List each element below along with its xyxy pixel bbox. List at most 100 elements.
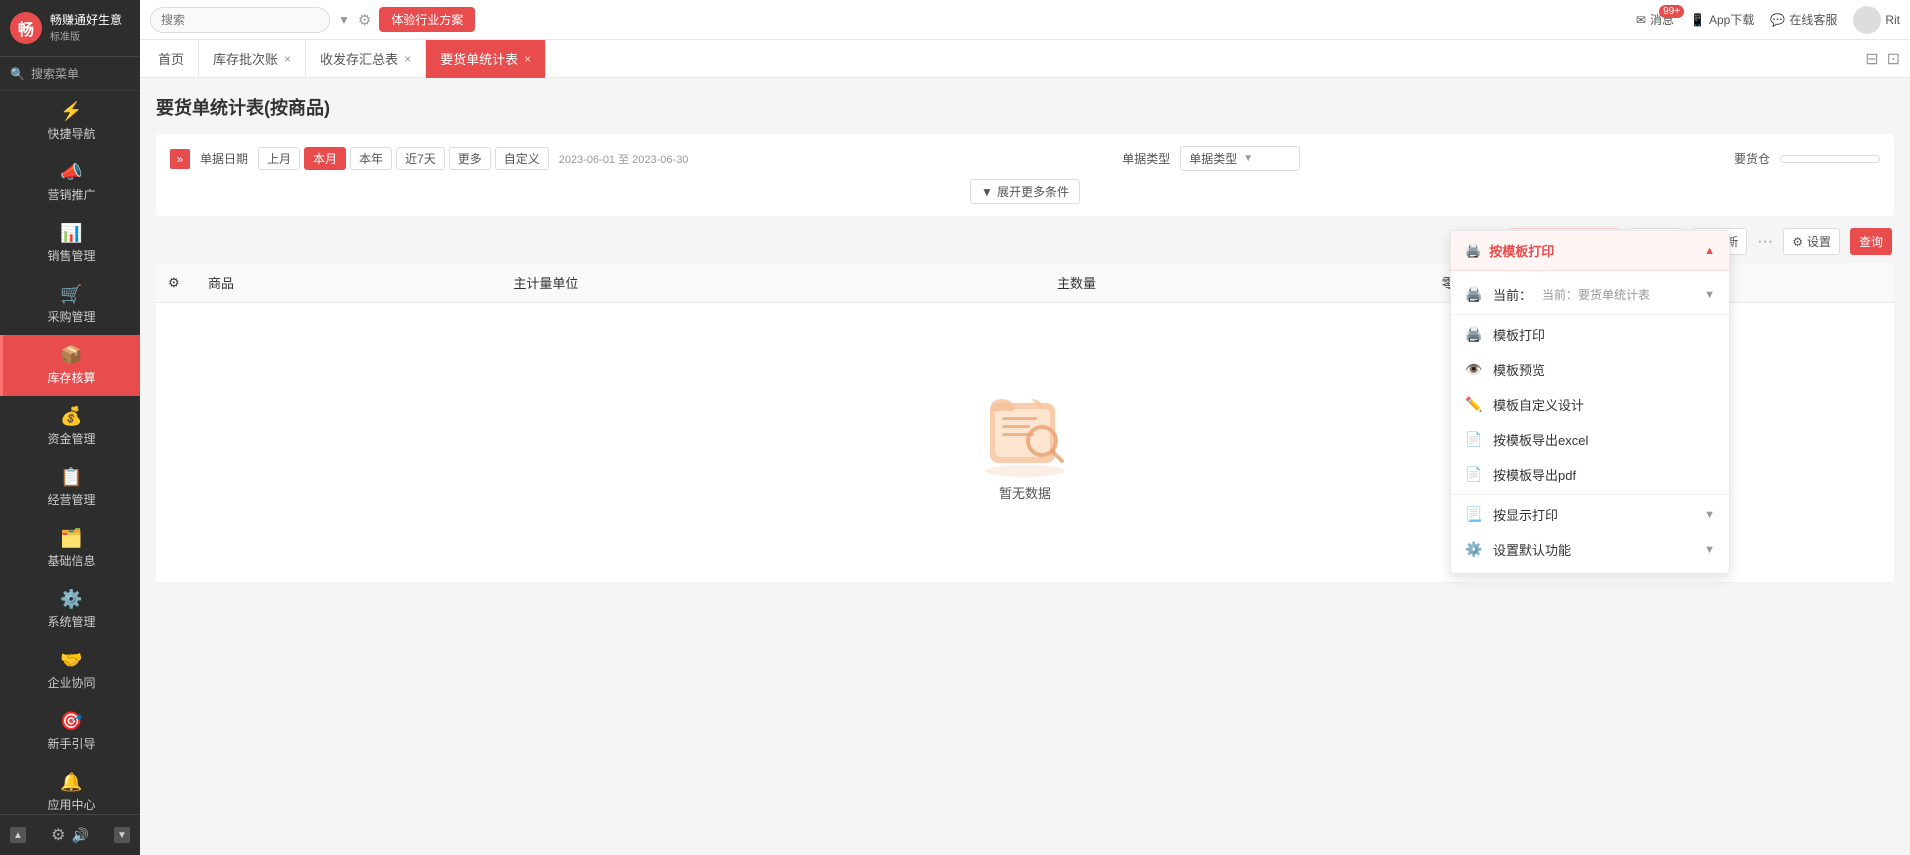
sidebar-item-inventory[interactable]: 📦 库存核算	[0, 335, 140, 396]
sidebar-search[interactable]: 🔍 搜索菜单	[0, 57, 140, 91]
doc-type-label: 单据类型	[1122, 150, 1170, 167]
operations-icon: 📋	[60, 467, 82, 488]
tab-inventory-batch[interactable]: 库存批次账 ×	[199, 40, 306, 78]
col-quantity: 主数量	[1045, 263, 1430, 303]
settings-icon[interactable]: ⚙	[51, 825, 65, 845]
sidebar-item-newbie[interactable]: 🎯 新手引导	[0, 701, 140, 762]
filter-expand-btn[interactable]: »	[170, 149, 190, 169]
app-version: 标准版	[50, 28, 122, 43]
newbie-icon: 🎯	[60, 711, 82, 732]
settings-btn[interactable]: ⚙ 设置	[1783, 228, 1840, 255]
filter-current-month[interactable]: 本月	[304, 147, 346, 170]
sidebar-item-purchase[interactable]: 🛒 采购管理	[0, 274, 140, 335]
goods-select[interactable]	[1780, 155, 1880, 163]
filter-row-2: ▼ 展开更多条件	[170, 179, 1880, 204]
template-export-pdf-item[interactable]: 📄 按模板导出pdf	[1451, 457, 1729, 492]
filter-prev-month[interactable]: 上月	[258, 147, 300, 170]
sidebar-footer: ▲ ⚙ 🔊 ▼	[0, 814, 140, 855]
sidebar-item-app-center[interactable]: 🔔 应用中心	[0, 762, 140, 814]
sidebar-item-sales[interactable]: 📊 销售管理	[0, 213, 140, 274]
sidebar-item-label: 应用中心	[47, 796, 95, 813]
set-default-item[interactable]: ⚙️ 设置默认功能 ▼	[1451, 532, 1729, 567]
filter-date-range: 2023-06-01 至 2023-06-30	[559, 151, 689, 167]
template-preview-icon: 👁️	[1465, 361, 1483, 378]
current-template-chevron: ▼	[1704, 289, 1715, 301]
print-dropdown-header[interactable]: 🖨️ 按模板打印 ▲	[1451, 231, 1729, 271]
expand-more-label: 展开更多条件	[997, 183, 1069, 200]
tab-order-stats-close[interactable]: ×	[524, 53, 531, 65]
cooperation-icon: 🤝	[60, 650, 82, 671]
tab-receivable-summary[interactable]: 收发存汇总表 ×	[306, 40, 426, 78]
sidebar-item-label: 采购管理	[47, 308, 95, 325]
basic-info-icon: 🗂️	[60, 528, 82, 549]
set-default-left: ⚙️ 设置默认功能	[1465, 540, 1571, 559]
display-print-item[interactable]: 📃 按显示打印 ▼	[1451, 497, 1729, 532]
finance-icon: 💰	[60, 406, 82, 427]
filter-custom[interactable]: 自定义	[495, 147, 549, 170]
online-service-btn[interactable]: 💬 在线客服	[1770, 11, 1837, 28]
current-template-text: 当前：	[1493, 285, 1532, 304]
app-download-btn[interactable]: 📱 App下载	[1690, 11, 1754, 28]
col-unit: 主计量单位	[501, 263, 1045, 303]
tab-receivable-summary-label: 收发存汇总表	[320, 49, 398, 68]
dropdown-divider-2	[1451, 494, 1729, 495]
topbar-right: ✉ 消息 99+ 📱 App下载 💬 在线客服 Rit	[1636, 6, 1900, 34]
current-template-value: 当前：要货单统计表	[1542, 286, 1650, 303]
sidebar-item-label: 企业协同	[47, 674, 95, 691]
sidebar-item-marketing[interactable]: 📣 营销推广	[0, 152, 140, 213]
purchase-icon: 🛒	[60, 284, 82, 305]
message-btn[interactable]: ✉ 消息 99+	[1636, 11, 1674, 28]
current-template-icon: 🖨️	[1465, 286, 1483, 303]
sidebar-item-label: 快捷导航	[47, 125, 95, 142]
sidebar-scroll-up[interactable]: ▲	[10, 827, 26, 843]
tab-receivable-summary-close[interactable]: ×	[404, 53, 411, 65]
query-btn[interactable]: 查询	[1850, 228, 1892, 255]
content-area: 要货单统计表(按商品) » 单据日期 上月 本月 本年 近7天 更多 自定义 2…	[140, 78, 1910, 855]
expand-more-btn[interactable]: ▼ 展开更多条件	[970, 179, 1080, 204]
sidebar-item-operations[interactable]: 📋 经营管理	[0, 457, 140, 518]
sidebar-item-label: 经营管理	[47, 491, 95, 508]
sidebar-item-basic-info[interactable]: 🗂️ 基础信息	[0, 518, 140, 579]
template-export-excel-item[interactable]: 📄 按模板导出excel	[1451, 422, 1729, 457]
sidebar-scroll-down[interactable]: ▼	[114, 827, 130, 843]
goods-label: 要货仓	[1734, 150, 1770, 167]
template-export-excel-label: 按模板导出excel	[1493, 430, 1588, 449]
marketing-icon: 📣	[60, 162, 82, 183]
current-template-item[interactable]: 🖨️ 当前： 当前：要货单统计表 ▼	[1451, 277, 1729, 312]
user-avatar[interactable]: Rit	[1853, 6, 1900, 34]
topbar-search-input[interactable]	[150, 7, 330, 33]
sidebar-item-finance[interactable]: 💰 资金管理	[0, 396, 140, 457]
sales-icon: 📊	[60, 223, 82, 244]
template-preview-item[interactable]: 👁️ 模板预览	[1451, 352, 1729, 387]
dropdown-divider-1	[1451, 314, 1729, 315]
maximize-icon[interactable]: ⊡	[1887, 49, 1900, 69]
doc-type-select[interactable]: 单据类型 ▼	[1180, 146, 1300, 171]
topbar-chevron-icon[interactable]: ▼	[338, 13, 350, 27]
app-logo: 畅 畅赚通好生意 标准版	[0, 0, 140, 57]
sidebar-item-system[interactable]: ⚙️ 系统管理	[0, 579, 140, 640]
minimize-icon[interactable]: ⊟	[1865, 49, 1878, 69]
tab-inventory-batch-close[interactable]: ×	[284, 53, 291, 65]
tab-home[interactable]: 首页	[150, 40, 199, 78]
volume-icon[interactable]: 🔊	[71, 827, 88, 844]
sidebar-item-cooperation[interactable]: 🤝 企业协同	[0, 640, 140, 701]
topbar-gear-icon[interactable]: ⚙	[358, 11, 371, 29]
tab-home-label: 首页	[158, 49, 184, 68]
filter-current-year[interactable]: 本年	[350, 147, 392, 170]
app-download-icon: 📱	[1690, 13, 1705, 27]
col-settings[interactable]: ⚙	[156, 263, 196, 303]
experience-btn[interactable]: 体验行业方案	[379, 7, 475, 32]
more-btn[interactable]: ···	[1757, 233, 1773, 251]
filter-more[interactable]: 更多	[449, 147, 491, 170]
sidebar-item-quick-nav[interactable]: ⚡ 快捷导航	[0, 91, 140, 152]
tab-order-stats[interactable]: 要货单统计表 ×	[426, 40, 546, 78]
print-dropdown-chevron-icon: ▲	[1704, 245, 1715, 257]
settings-label: 设置	[1807, 233, 1831, 250]
template-export-pdf-label: 按模板导出pdf	[1493, 465, 1576, 484]
quick-nav-icon: ⚡	[60, 101, 82, 122]
message-badge: 99+	[1659, 5, 1684, 18]
filter-last-7-days[interactable]: 近7天	[396, 147, 445, 170]
avatar-image	[1853, 6, 1881, 34]
template-print-item[interactable]: 🖨️ 模板打印	[1451, 317, 1729, 352]
template-custom-item[interactable]: ✏️ 模板自定义设计	[1451, 387, 1729, 422]
